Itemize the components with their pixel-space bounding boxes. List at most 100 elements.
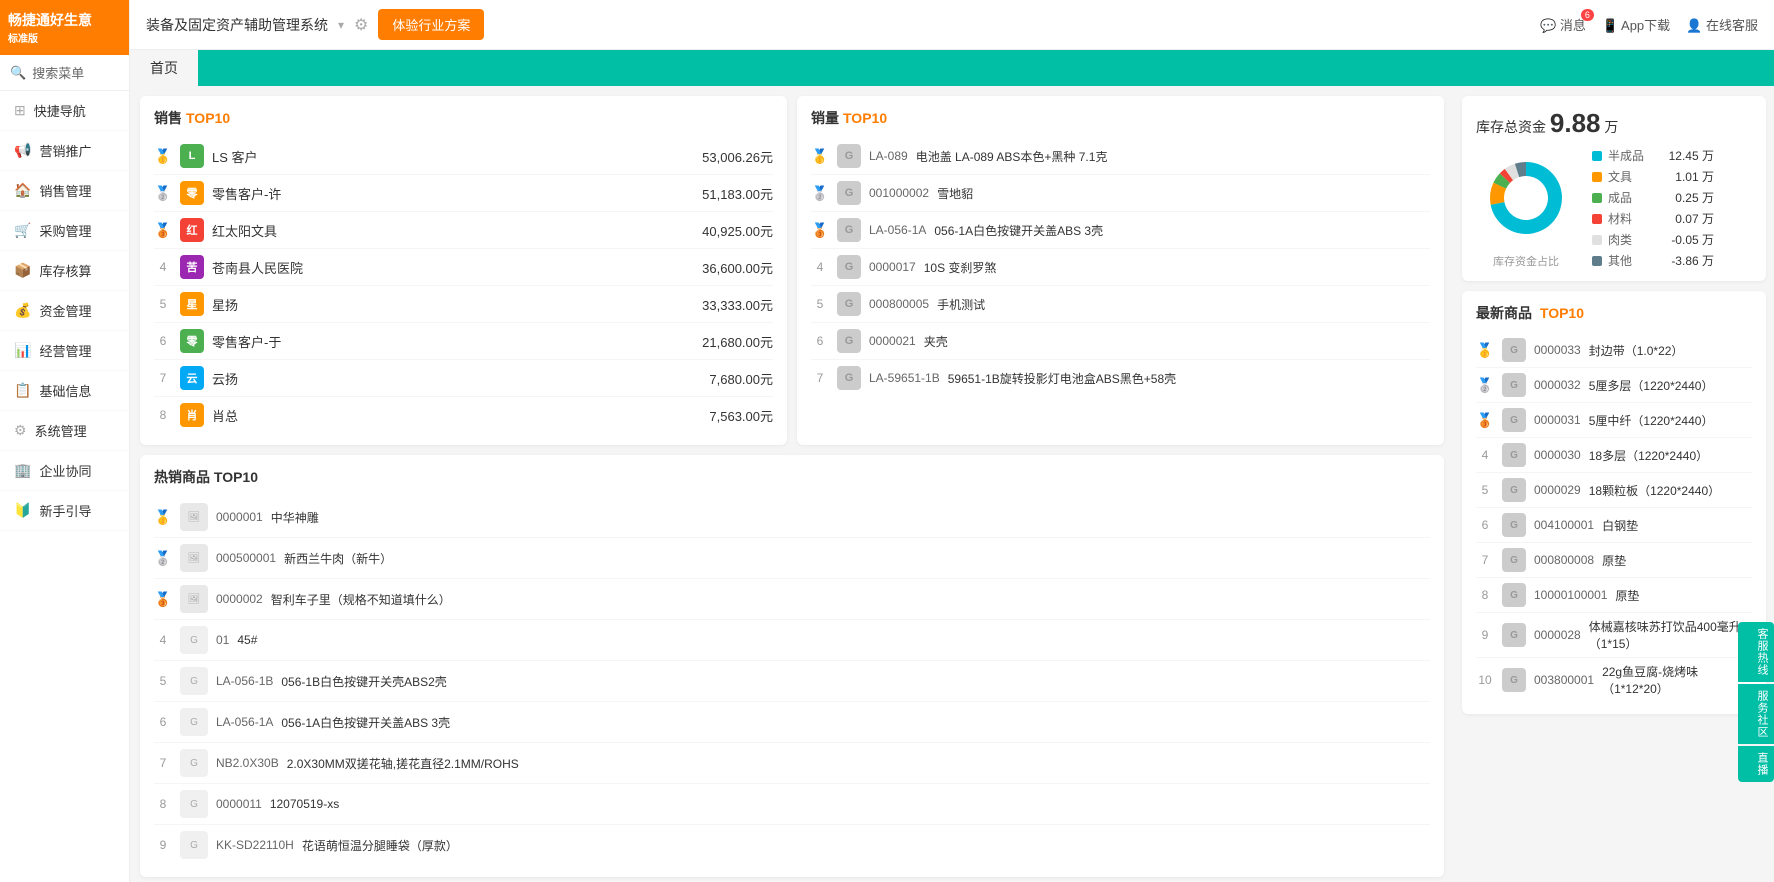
content-area: 销售TOP10 🥇 L LS 客户 53,006.26元 🥈 零 零售客户-许 … — [130, 86, 1774, 882]
customer-amount: 51,183.00元 — [702, 184, 773, 203]
app-icon: 📱 — [1602, 18, 1618, 33]
rank-number: 8 — [1476, 588, 1494, 602]
product-avatar: G — [1502, 478, 1526, 502]
product-image: 🖼 — [180, 503, 208, 531]
sidebar-icon-corp-collab: 🏢 — [14, 462, 31, 479]
customer-name: 云扬 — [212, 369, 701, 388]
product-placeholder: G — [180, 749, 208, 777]
sidebar-icon-basic-info: 📋 — [14, 382, 31, 399]
legend-value: -0.05 万 — [1654, 231, 1714, 248]
product-name: 中华神雕 — [271, 509, 1430, 526]
system-title: 装备及固定资产辅助管理系统 — [146, 15, 328, 35]
sidebar-icon-inventory: 📦 — [14, 262, 31, 279]
inventory-unit: 万 — [1604, 119, 1618, 135]
sidebar-item-operations[interactable]: 📊经营管理 — [0, 331, 129, 371]
donut-chart-wrapper: 库存资金占比 — [1476, 148, 1576, 269]
sidebar-icon-operations: 📊 — [14, 342, 31, 359]
float-service-btn[interactable]: 直播 — [1738, 746, 1774, 782]
product-name: 封边带（1.0*22） — [1589, 342, 1752, 359]
avatar: 零 — [180, 181, 204, 205]
inventory-amount: 9.88 — [1550, 108, 1601, 138]
sidebar-item-purchase[interactable]: 🛒采购管理 — [0, 211, 129, 251]
sidebar-label-finance: 资金管理 — [39, 301, 91, 320]
customer-name: 零售客户-许 — [212, 184, 694, 203]
float-service-btn[interactable]: 服务社区 — [1738, 684, 1774, 744]
product-code: 003800001 — [1534, 673, 1594, 687]
legend-name: 肉类 — [1608, 231, 1648, 248]
medal-icon: 🥉 — [154, 590, 172, 608]
customer-name: 星扬 — [212, 295, 694, 314]
product-name: 电池盖 LA-089 ABS本色+黑种 7.1克 — [916, 148, 1430, 165]
customer-amount: 53,006.26元 — [702, 147, 773, 166]
hot-product-list-item: 🥈 🖼 000500001 新西兰牛肉（新牛） — [154, 538, 1430, 579]
sidebar-item-finance[interactable]: 💰资金管理 — [0, 291, 129, 331]
product-name: 夹壳 — [924, 333, 1430, 350]
sidebar-item-basic-info[interactable]: 📋基础信息 — [0, 371, 129, 411]
sidebar-item-sales[interactable]: 🏠销售管理 — [0, 171, 129, 211]
product-placeholder: G — [180, 708, 208, 736]
newest-product-item: 🥉 G 0000031 5厘中纤（1220*2440） — [1476, 403, 1752, 438]
product-image: 🖼 — [180, 585, 208, 613]
product-code: LA-056-1A — [869, 223, 926, 237]
customer-name: 零售客户-于 — [212, 332, 694, 351]
product-name: 5厘多层（1220*2440） — [1589, 377, 1752, 394]
hot-product-list-item: 8 G 0000011 12070519-xs — [154, 784, 1430, 825]
medal-icon: 🥈 — [154, 184, 172, 202]
product-avatar: G — [837, 144, 861, 168]
sidebar-item-guide[interactable]: 🔰新手引导 — [0, 491, 129, 531]
newest-product-item: 4 G 0000030 18多层（1220*2440） — [1476, 438, 1752, 473]
sidebar-item-system[interactable]: ⚙系统管理 — [0, 411, 129, 451]
legend-item: 成品 0.25 万 — [1592, 189, 1714, 206]
avatar: 苦 — [180, 255, 204, 279]
sidebar-item-quick-nav[interactable]: ⊞快捷导航 — [0, 91, 129, 131]
tab-home[interactable]: 首页 — [130, 50, 198, 86]
customer-amount: 7,563.00元 — [709, 406, 773, 425]
rank-number: 4 — [154, 260, 172, 274]
hot-products-title: 热销商品 TOP10 — [154, 467, 1430, 487]
customer-name: LS 客户 — [212, 147, 694, 166]
experience-btn[interactable]: 体验行业方案 — [378, 9, 484, 40]
online-service-btn[interactable]: 👤 在线客服 — [1686, 15, 1758, 34]
product-code: 01 — [216, 633, 229, 647]
sidebar-label-guide: 新手引导 — [39, 501, 91, 520]
settings-icon[interactable]: ⚙ — [354, 15, 368, 35]
inventory-total: 库存总资金 9.88 万 — [1476, 108, 1752, 139]
rank-number: 8 — [154, 797, 172, 811]
dropdown-arrow-icon[interactable]: ▾ — [338, 18, 344, 32]
sidebar-item-marketing[interactable]: 📢营销推广 — [0, 131, 129, 171]
rank-number: 9 — [154, 838, 172, 852]
app-download-btn[interactable]: 📱 App下载 — [1602, 15, 1670, 34]
product-code: LA-089 — [869, 149, 908, 163]
customer-list-item: 5 星 星扬 33,333.00元 — [154, 286, 773, 323]
message-btn[interactable]: 💬 消息 6 — [1540, 15, 1586, 34]
product-avatar: G — [837, 181, 861, 205]
product-avatar: G — [1502, 338, 1526, 362]
legend-value: 0.25 万 — [1654, 189, 1714, 206]
message-badge: 6 — [1581, 9, 1594, 21]
float-service-btn[interactable]: 客服热线 — [1738, 622, 1774, 682]
product-name: 2.0X30MM双搓花轴,搓花直径2.1MM/ROHS — [287, 755, 1430, 772]
main-area: 装备及固定资产辅助管理系统 ▾ ⚙ 体验行业方案 💬 消息 6 📱 App下载 … — [130, 0, 1774, 882]
sold-qty-card: 销量TOP10 🥇 G LA-089 电池盖 LA-089 ABS本色+黑种 7… — [797, 96, 1444, 445]
product-avatar: G — [1502, 373, 1526, 397]
legend-item: 文具 1.01 万 — [1592, 168, 1714, 185]
product-name: 手机测试 — [937, 296, 1430, 313]
product-code: 000800008 — [1534, 553, 1594, 567]
product-name: 056-1A白色按键开关盖ABS 3壳 — [281, 714, 1430, 731]
legend-name: 材料 — [1608, 210, 1648, 227]
rank-number: 4 — [154, 633, 172, 647]
sidebar-search[interactable]: 🔍 搜索菜单 — [0, 55, 129, 91]
sidebar-item-inventory[interactable]: 📦库存核算 — [0, 251, 129, 291]
product-avatar: G — [837, 292, 861, 316]
hot-product-list-item: 6 G LA-056-1A 056-1A白色按键开关盖ABS 3壳 — [154, 702, 1430, 743]
medal-icon: 🥇 — [154, 508, 172, 526]
hot-product-list-item: 5 G LA-056-1B 056-1B白色按键开关壳ABS2壳 — [154, 661, 1430, 702]
medal-icon: 🥉 — [811, 221, 829, 239]
product-code: 000800005 — [869, 297, 929, 311]
product-code: 10000100001 — [1534, 588, 1607, 602]
rank-number: 6 — [154, 715, 172, 729]
sidebar-icon-marketing: 📢 — [14, 142, 31, 159]
product-code: LA-59651-1B — [869, 371, 940, 385]
sidebar-item-corp-collab[interactable]: 🏢企业协同 — [0, 451, 129, 491]
donut-chart — [1476, 148, 1576, 248]
